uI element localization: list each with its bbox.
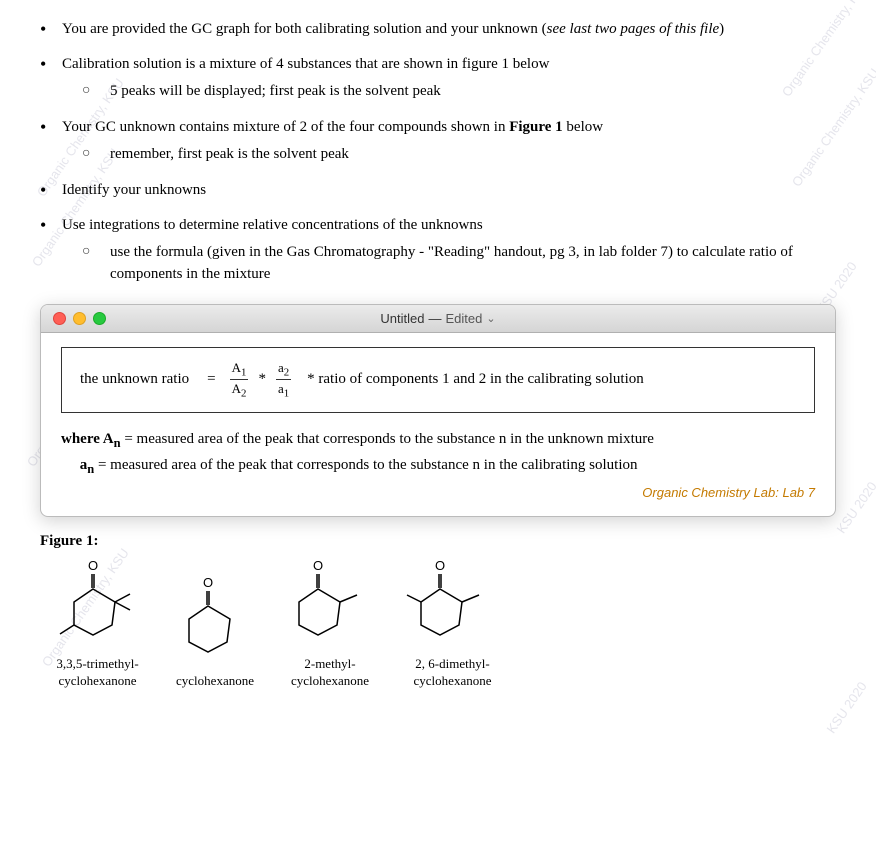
sub-dot-2-1: ○	[82, 80, 110, 101]
bullet-item-2: • Calibration solution is a mixture of 4…	[40, 53, 836, 106]
figure-section: Figure 1: O	[40, 533, 836, 690]
formula-explanation: where An = measured area of the peak tha…	[61, 427, 815, 479]
mac-window: Untitled — Edited ⌄ the unknown ratio = …	[40, 304, 836, 517]
fraction-A-den: A2	[230, 380, 249, 400]
formula-star: *	[258, 371, 266, 388]
bullet-dot-2: •	[40, 51, 62, 78]
sub-list-5: ○ use the formula (given in the Gas Chro…	[82, 241, 836, 286]
sub-dot-3-1: ○	[82, 143, 110, 164]
formula-ratio-text: * ratio of components 1 and 2 in the cal…	[307, 371, 644, 388]
mac-window-title: Untitled — Edited ⌄	[380, 311, 495, 326]
mac-close-button[interactable]	[53, 312, 66, 325]
bullet-content-5: Use integrations to determine relative c…	[62, 214, 836, 290]
sub-list-2: ○ 5 peaks will be displayed; first peak …	[82, 80, 549, 103]
sub-text-3-1: remember, first peak is the solvent peak	[110, 143, 349, 166]
mac-window-body: the unknown ratio = A1 A2 * a2 a1 * rati…	[41, 333, 835, 516]
formula-box: the unknown ratio = A1 A2 * a2 a1 * rati…	[61, 347, 815, 413]
molecule-label-trimethyl: 3,3,5-trimethyl-cyclohexanone	[56, 656, 138, 690]
svg-text:O: O	[88, 558, 98, 573]
mac-window-buttons	[53, 312, 106, 325]
bullet-dot-3: •	[40, 114, 62, 141]
bullet-text-2: Calibration solution is a mixture of 4 s…	[62, 56, 549, 72]
window-title-text: Untitled	[380, 311, 424, 326]
molecule-svg-methyl2: O	[285, 562, 375, 652]
main-content: • You are provided the GC graph for both…	[40, 18, 836, 689]
bullet-content-3: Your GC unknown contains mixture of 2 of…	[62, 116, 603, 169]
explanation-line-An: where An = measured area of the peak tha…	[61, 427, 815, 453]
sub-item-5-1: ○ use the formula (given in the Gas Chro…	[82, 241, 836, 286]
bullet-item-5: • Use integrations to determine relative…	[40, 214, 836, 290]
molecule-trimethyl: O 3,3,5-trimethyl-cyclo	[50, 562, 145, 690]
an-label: an	[80, 457, 94, 473]
bullet-item-4: • Identify your unknowns	[40, 179, 836, 204]
molecule-dimethyl26: O 2, 6-dimethyl-cyclohexanone	[405, 562, 500, 690]
sub-text-5-1: use the formula (given in the Gas Chroma…	[110, 241, 836, 286]
bullet-item-1: • You are provided the GC graph for both…	[40, 18, 836, 43]
italic-text-1: see last two pages of this file	[547, 21, 720, 37]
figure-ref: Figure 1	[509, 119, 562, 135]
figure-title: Figure 1:	[40, 533, 836, 550]
explanation-line-an: an = measured area of the peak that corr…	[61, 453, 815, 479]
where-label: where An	[61, 431, 121, 447]
bullet-text-3: Your GC unknown contains mixture of 2 of…	[62, 119, 603, 135]
molecule-row: O 3,3,5-trimethyl-cyclo	[40, 562, 836, 690]
bullet-dot-4: •	[40, 177, 62, 204]
bullet-dot-5: •	[40, 212, 62, 239]
page: Organic Chemistry, KSU Organic Chemistry…	[0, 0, 876, 849]
sub-text-2-1: 5 peaks will be displayed; first peak is…	[110, 80, 441, 103]
bullet-item-3: • Your GC unknown contains mixture of 2 …	[40, 116, 836, 169]
formula-fraction-a: a2 a1	[276, 360, 291, 400]
molecule-label-cyclohexanone: cyclohexanone	[176, 673, 254, 690]
window-edited-label: Edited	[445, 311, 482, 326]
mac-maximize-button[interactable]	[93, 312, 106, 325]
fraction-a-num: a2	[276, 360, 291, 381]
svg-text:O: O	[313, 558, 323, 573]
window-chevron-icon: ⌄	[486, 312, 495, 325]
formula-equals: =	[207, 371, 215, 388]
mac-titlebar: Untitled — Edited ⌄	[41, 305, 835, 333]
bullet-list: • You are provided the GC graph for both…	[40, 18, 836, 290]
sub-item-2-1: ○ 5 peaks will be displayed; first peak …	[82, 80, 549, 103]
molecule-label-methyl2: 2-methyl-cyclohexanone	[291, 656, 369, 690]
formula-label: the unknown ratio	[80, 371, 189, 388]
fraction-a-den: a1	[276, 380, 291, 400]
watermark-6: KSU 2020	[833, 479, 876, 536]
lab-label: Organic Chemistry Lab: Lab 7	[61, 485, 815, 500]
bullet-content-2: Calibration solution is a mixture of 4 s…	[62, 53, 549, 106]
molecule-cyclohexanone: O cyclohexanone	[175, 579, 255, 690]
sub-item-3-1: ○ remember, first peak is the solvent pe…	[82, 143, 603, 166]
fraction-A-num: A1	[230, 360, 249, 381]
bullet-dot-1: •	[40, 16, 62, 43]
molecule-methyl2: O 2-methyl-cyclohexanone	[285, 562, 375, 690]
bullet-text-4: Identify your unknowns	[62, 179, 206, 202]
molecule-label-dimethyl26: 2, 6-dimethyl-cyclohexanone	[414, 656, 492, 690]
svg-text:O: O	[435, 558, 445, 573]
sub-list-3: ○ remember, first peak is the solvent pe…	[82, 143, 603, 166]
molecule-svg-cyclohexanone: O	[175, 579, 255, 669]
molecule-svg-trimethyl: O	[50, 562, 145, 652]
bullet-text-5: Use integrations to determine relative c…	[62, 217, 483, 233]
bullet-text-1: You are provided the GC graph for both c…	[62, 18, 724, 41]
mac-minimize-button[interactable]	[73, 312, 86, 325]
window-title-separator: —	[428, 311, 441, 326]
molecule-svg-dimethyl26: O	[405, 562, 500, 652]
formula-fraction-A: A1 A2	[230, 360, 249, 400]
sub-dot-5-1: ○	[82, 241, 110, 262]
svg-text:O: O	[203, 575, 213, 590]
